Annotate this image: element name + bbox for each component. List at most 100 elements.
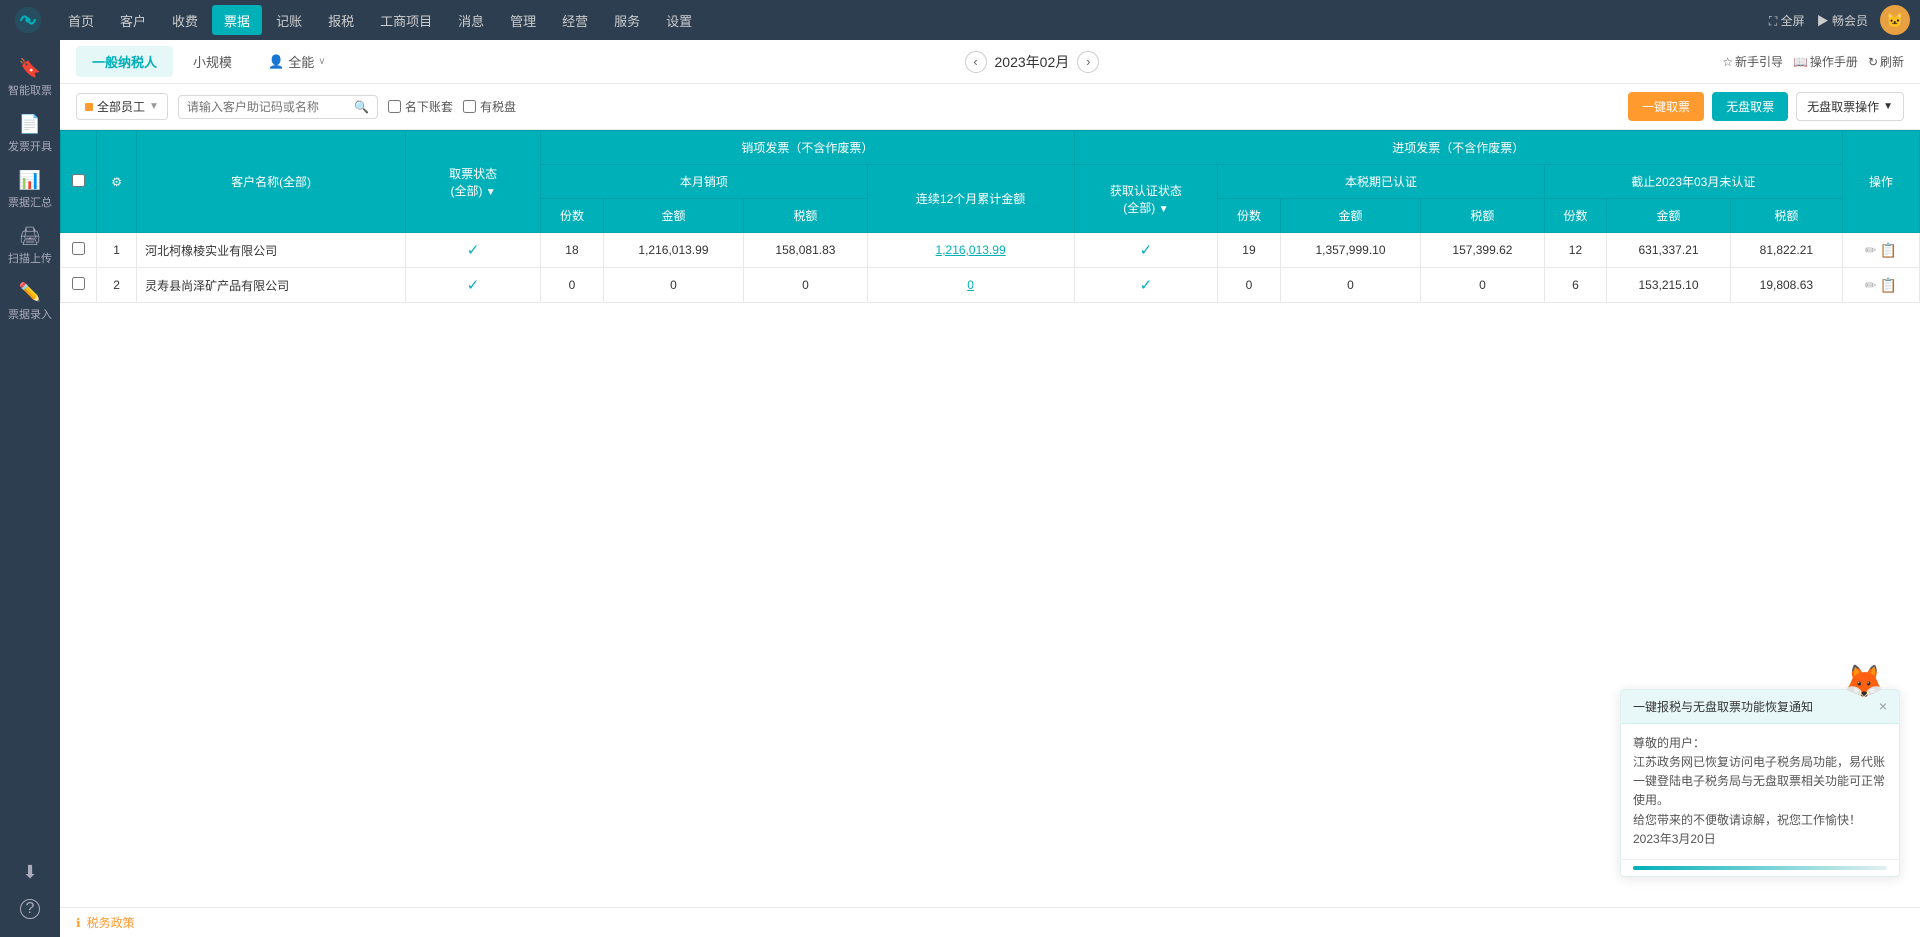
sidebar-item-invoice-entry[interactable]: ✏️ 票据录入 [0,274,60,330]
search-input[interactable] [187,100,350,114]
invoice-table: ⚙ 客户名称(全部) 取票状态(全部) ▼ 销项发票（不含作废票） 进项发票（不… [60,130,1920,303]
accounts-checkbox[interactable]: 名下账套 [388,98,453,115]
tab-general-taxpayer[interactable]: 一般纳税人 [76,46,173,77]
tab-all[interactable]: 👤 全能 ∨ [252,46,342,77]
th-sales-count: 份数 [541,199,604,233]
nav-accounting[interactable]: 记账 [264,5,314,35]
nav-tax[interactable]: 报税 [316,5,366,35]
tax-disk-checkbox-input[interactable] [463,100,476,113]
nav-settings[interactable]: 设置 [654,5,704,35]
nav-operations[interactable]: 经营 [550,5,600,35]
row1-name: 河北柯橡棱实业有限公司 [137,233,406,268]
sidebar-item-invoice-summary[interactable]: 📊 票据汇总 [0,162,60,218]
row1-sales-amount: 1,216,013.99 [603,233,743,268]
invoice-summary-icon: 📊 [19,170,41,191]
no-disk-ticket-ops-btn[interactable]: 无盘取票操作 ▼ [1796,92,1904,121]
sidebar-item-help[interactable]: ? [0,891,60,927]
row2-purchase-period-count: 0 [1218,268,1281,303]
purchase-status-filter-icon[interactable]: ▼ [1159,204,1169,215]
sidebar-item-label: 扫描上传 [8,250,52,266]
nav-messages[interactable]: 消息 [446,5,496,35]
tax-disk-checkbox[interactable]: 有税盘 [463,98,516,115]
fullscreen-btn[interactable]: ⛶ 全屏 [1769,12,1805,29]
row1-purchase-status: ✓ [1074,233,1218,268]
nav-home[interactable]: 首页 [56,5,106,35]
row2-copy-icon[interactable]: 📋 [1880,277,1897,293]
vip-btn[interactable]: ▶ 畅会员 [1817,12,1868,29]
employee-select[interactable]: 全部员工 ▼ [76,93,168,120]
next-month-btn[interactable]: › [1077,51,1099,73]
check-icon: ✓ [467,277,480,294]
search-box: 🔍 [178,95,378,119]
row2-purchase-unverified-tax: 19,808.63 [1730,268,1842,303]
row1-checkbox[interactable] [61,233,97,268]
nav-customers[interactable]: 客户 [108,5,158,35]
th-purchase-period-amount: 金额 [1280,199,1420,233]
th-sales-tax: 税额 [744,199,868,233]
row2-actions: ✏ 📋 [1842,268,1919,303]
user-avatar[interactable]: 🐱 [1880,5,1910,35]
notification-footer [1621,859,1899,876]
nav-billing[interactable]: 收费 [160,5,210,35]
th-purchase-period-status: 获取认证状态(全部) ▼ [1074,165,1218,233]
th-sales-cumulative: 连续12个月累计金额 [867,165,1074,233]
row2-sales-cumulative[interactable]: 0 [867,268,1074,303]
row1-edit-icon[interactable]: ✏ [1865,242,1877,258]
sidebar-item-scan-upload[interactable]: 🖨 扫描上传 [0,218,60,274]
row2-status: ✓ [405,268,540,303]
nav-management[interactable]: 管理 [498,5,548,35]
progress-bar [1633,866,1887,870]
nav-invoices[interactable]: 票据 [212,5,262,35]
row1-copy-icon[interactable]: 📋 [1880,242,1897,258]
tabs-bar: 一般纳税人 小规模 👤 全能 ∨ ‹ 2023年02月 › ☆ 新手引导 📖 操… [60,40,1920,84]
notification-close-btn[interactable]: × [1879,698,1887,714]
help-icon: ? [20,899,40,919]
check-icon: ✓ [1140,277,1153,294]
settings-icon[interactable]: ⚙ [111,175,122,189]
sidebar-item-smart-ticket[interactable]: 🔖 智能取票 [0,50,60,106]
row1-sales-cumulative[interactable]: 1,216,013.99 [867,233,1074,268]
th-sales-group: 销项发票（不含作废票） [541,131,1074,165]
row1-purchase-period-tax: 157,399.62 [1421,233,1545,268]
row2-sales-tax: 0 [744,268,868,303]
row2-purchase-unverified-amount: 153,215.10 [1607,268,1731,303]
sidebar-item-invoice-issue[interactable]: 📄 发票开具 [0,106,60,162]
row2-checkbox[interactable] [61,268,97,303]
current-date: 2023年02月 [995,52,1070,72]
select-all-checkbox[interactable] [72,174,85,187]
check-icon: ✓ [467,242,480,259]
row2-edit-icon[interactable]: ✏ [1865,277,1877,293]
sidebar: 🔖 智能取票 📄 发票开具 📊 票据汇总 🖨 扫描上传 ✏️ 票据录入 ⬇ ? [0,40,60,937]
manual-btn[interactable]: 📖 操作手册 [1793,53,1858,70]
status-icon: ℹ [76,916,81,930]
notification-text: 尊敬的用户： 江苏政务网已恢复访问电子税务局功能，易代账一键登陆电子税务局与无盘… [1633,734,1887,849]
status-bar: ℹ 税务政策 [60,907,1920,937]
sidebar-item-download[interactable]: ⬇ [0,854,60,891]
status-text[interactable]: 税务政策 [87,914,135,931]
row1-actions: ✏ 📋 [1842,233,1919,268]
tab-more-icon[interactable]: ∨ [318,56,325,67]
tab-small-scale[interactable]: 小规模 [177,46,248,77]
scan-upload-icon: 🖨 [19,226,42,247]
status-filter-icon[interactable]: ▼ [486,187,496,198]
th-ticket-status: 取票状态(全部) ▼ [405,131,540,233]
refresh-btn[interactable]: ↻ 刷新 [1868,53,1904,70]
row2-name: 灵寿县尚泽矿产品有限公司 [137,268,406,303]
prev-month-btn[interactable]: ‹ [965,51,987,73]
one-key-ticket-btn[interactable]: 一键取票 [1628,92,1704,121]
nav-menu: 首页 客户 收费 票据 记账 报税 工商项目 消息 管理 经营 服务 设置 [56,5,1769,35]
invoice-entry-icon: ✏️ [19,282,41,303]
new-user-guide-btn[interactable]: ☆ 新手引导 [1722,53,1783,70]
nav-services[interactable]: 服务 [602,5,652,35]
th-purchase-period-count: 份数 [1218,199,1281,233]
app-logo[interactable] [10,2,46,38]
search-icon[interactable]: 🔍 [354,100,369,114]
employee-dot [85,103,93,111]
nav-business[interactable]: 工商项目 [368,5,444,35]
accounts-checkbox-input[interactable] [388,100,401,113]
row2-purchase-period-amount: 0 [1280,268,1420,303]
nav-right-actions: ⛶ 全屏 ▶ 畅会员 🐱 [1769,5,1910,35]
th-customer-name: 客户名称(全部) [137,131,406,233]
no-disk-ticket-btn[interactable]: 无盘取票 [1712,92,1788,121]
th-sales-month: 本月销项 [541,165,867,199]
